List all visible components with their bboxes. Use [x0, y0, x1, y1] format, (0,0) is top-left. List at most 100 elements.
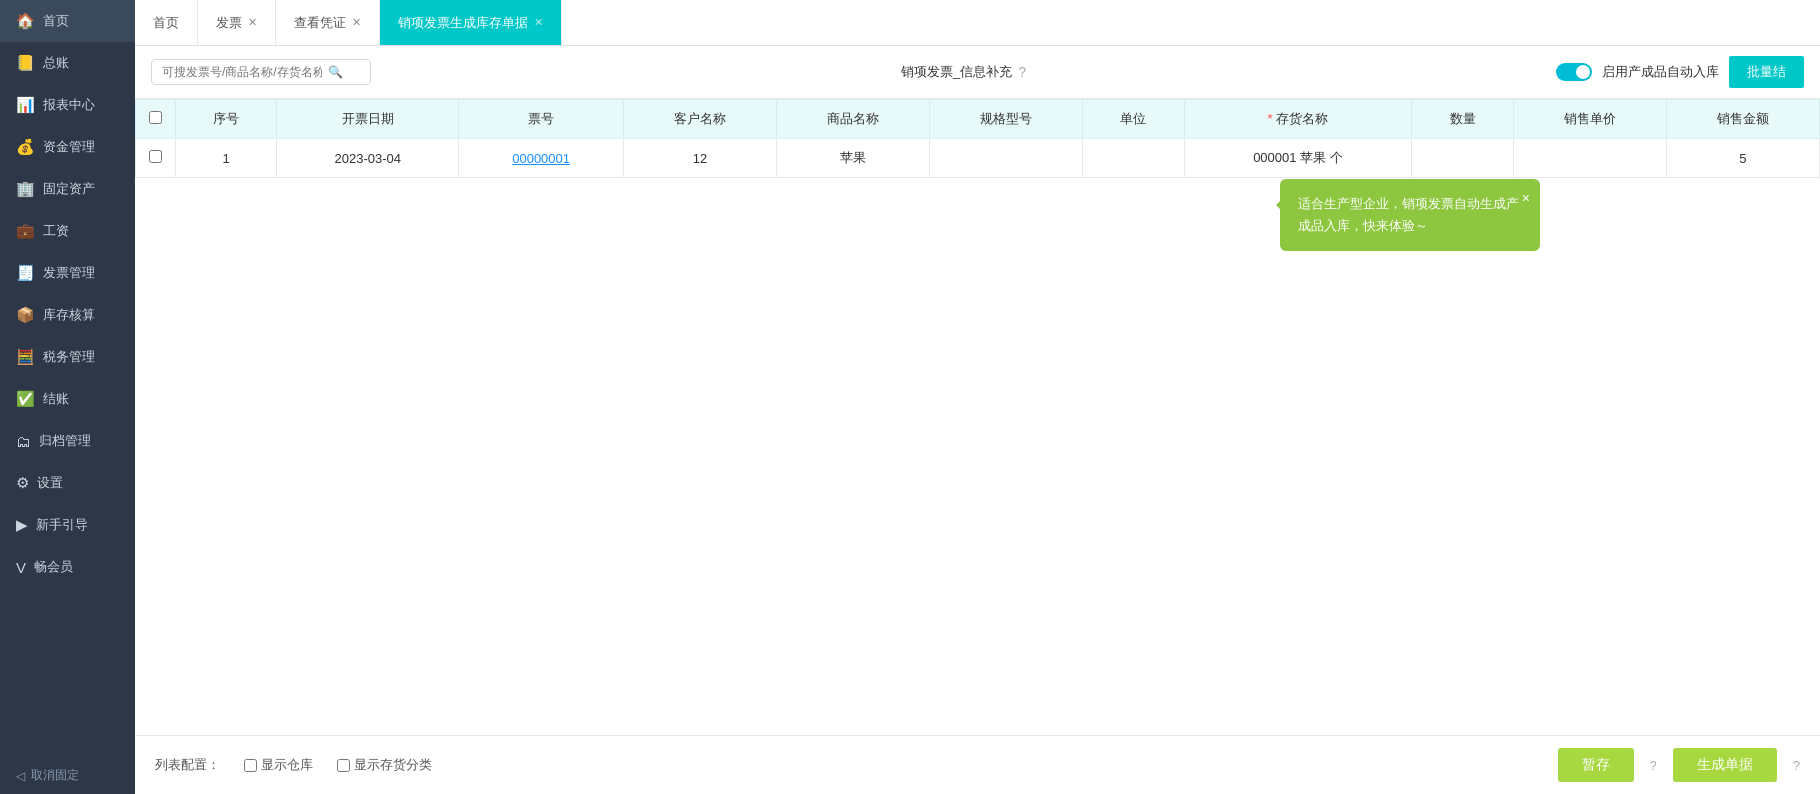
sidebar-item-tax[interactable]: 🧮 税务管理: [0, 336, 135, 378]
row-seq: 1: [176, 139, 277, 178]
row-checkbox[interactable]: [149, 150, 162, 163]
row-date: 2023-03-04: [277, 139, 459, 178]
tab-invoice-label: 发票: [216, 14, 242, 32]
tab-voucher-label: 查看凭证: [294, 14, 346, 32]
header-date: 开票日期: [277, 100, 459, 139]
tooltip-text: 适合生产型企业，销项发票自动生成产成品入库，快来体验～: [1298, 196, 1519, 233]
sidebar-item-invoice-mgmt[interactable]: 🧾 发票管理: [0, 252, 135, 294]
generate-button[interactable]: 生成单据: [1673, 748, 1777, 782]
content-area: 🔍 销项发票_信息补充 ? 启用产成品自动入库 批量结: [135, 46, 1820, 794]
header-customer: 客户名称: [623, 100, 776, 139]
sidebar-label-home: 首页: [43, 12, 69, 30]
table-wrapper: 序号 开票日期 票号 客户名称 商品名称 规格型号 单位 * 存货名称 数量 销…: [135, 99, 1820, 735]
header-checkbox[interactable]: [136, 100, 176, 139]
sidebar-item-settings[interactable]: ⚙ 设置: [0, 462, 135, 504]
tab-home-label: 首页: [153, 14, 179, 32]
help-icon[interactable]: ?: [1018, 64, 1026, 80]
list-config-label: 列表配置：: [155, 756, 220, 774]
bottom-actions: 暂存 ? 生成单据 ?: [1558, 748, 1800, 782]
sidebar-label-inventory: 库存核算: [43, 306, 95, 324]
toggle-label: 启用产成品自动入库: [1602, 63, 1719, 81]
ticket-no-link[interactable]: 00000001: [512, 151, 570, 166]
header-unit: 单位: [1083, 100, 1184, 139]
table-header-row: 序号 开票日期 票号 客户名称 商品名称 规格型号 单位 * 存货名称 数量 销…: [136, 100, 1820, 139]
toolbar-right: 启用产成品自动入库 批量结: [1556, 56, 1804, 88]
reports-icon: 📊: [16, 96, 35, 114]
main-area: 首页 发票 ✕ 查看凭证 ✕ 销项发票生成库存单据 ✕ 🔍 销项发票_信息补充: [135, 0, 1820, 794]
funds-icon: 💰: [16, 138, 35, 156]
sidebar-item-inventory[interactable]: 📦 库存核算: [0, 294, 135, 336]
row-product: 苹果: [777, 139, 930, 178]
tab-voucher[interactable]: 查看凭证 ✕: [276, 0, 380, 45]
show-warehouse-label[interactable]: 显示仓库: [244, 756, 313, 774]
row-checkbox-cell[interactable]: [136, 139, 176, 178]
toolbar: 🔍 销项发票_信息补充 ? 启用产成品自动入库 批量结: [135, 46, 1820, 99]
sidebar-label-invoice-mgmt: 发票管理: [43, 264, 95, 282]
select-all-checkbox[interactable]: [149, 111, 162, 124]
show-category-checkbox[interactable]: [337, 759, 350, 772]
tab-stock-bill[interactable]: 销项发票生成库存单据 ✕: [380, 0, 562, 45]
sidebar-label-guide: 新手引导: [36, 516, 88, 534]
toggle-switch[interactable]: [1556, 63, 1592, 81]
tab-invoice[interactable]: 发票 ✕: [198, 0, 276, 45]
row-quantity: [1412, 139, 1513, 178]
home-icon: 🏠: [16, 12, 35, 30]
tooltip-popup: × 适合生产型企业，销项发票自动生成产成品入库，快来体验～: [1280, 179, 1540, 251]
show-category-label[interactable]: 显示存货分类: [337, 756, 432, 774]
sidebar-label-tax: 税务管理: [43, 348, 95, 366]
show-warehouse-text: 显示仓库: [261, 756, 313, 774]
header-unit-price: 销售单价: [1513, 100, 1666, 139]
header-quantity: 数量: [1412, 100, 1513, 139]
header-spec: 规格型号: [930, 100, 1083, 139]
header-stock-name: * 存货名称: [1184, 100, 1412, 139]
batch-button[interactable]: 批量结: [1729, 56, 1804, 88]
search-box: 🔍: [151, 59, 371, 85]
sidebar-item-archive[interactable]: 🗂 归档管理: [0, 420, 135, 462]
sidebar-item-funds[interactable]: 💰 资金管理: [0, 126, 135, 168]
sidebar-label-funds: 资金管理: [43, 138, 95, 156]
sidebar-unpin[interactable]: ◁ 取消固定: [0, 757, 135, 794]
settlement-icon: ✅: [16, 390, 35, 408]
sidebar-label-assets: 固定资产: [43, 180, 95, 198]
tab-stock-bill-close[interactable]: ✕: [534, 16, 543, 29]
sidebar-item-settlement[interactable]: ✅ 结账: [0, 378, 135, 420]
sidebar-item-assets[interactable]: 🏢 固定资产: [0, 168, 135, 210]
tab-home[interactable]: 首页: [135, 0, 198, 45]
header-amount: 销售金额: [1666, 100, 1819, 139]
row-unit-price: [1513, 139, 1666, 178]
settings-icon: ⚙: [16, 474, 29, 492]
search-input[interactable]: [162, 65, 322, 79]
sidebar-label-member: 畅会员: [34, 558, 73, 576]
save-help-icon[interactable]: ?: [1650, 758, 1657, 773]
generate-help-icon[interactable]: ?: [1793, 758, 1800, 773]
sidebar-item-payroll[interactable]: 💼 工资: [0, 210, 135, 252]
sidebar-item-guide[interactable]: ▶ 新手引导: [0, 504, 135, 546]
header-ticket-no: 票号: [459, 100, 624, 139]
search-icon[interactable]: 🔍: [328, 65, 343, 79]
row-unit: [1083, 139, 1184, 178]
sidebar-item-ledger[interactable]: 📒 总账: [0, 42, 135, 84]
inventory-icon: 📦: [16, 306, 35, 324]
tab-bar: 首页 发票 ✕ 查看凭证 ✕ 销项发票生成库存单据 ✕: [135, 0, 1820, 46]
main-table: 序号 开票日期 票号 客户名称 商品名称 规格型号 单位 * 存货名称 数量 销…: [135, 99, 1820, 178]
row-ticket-no[interactable]: 00000001: [459, 139, 624, 178]
save-button[interactable]: 暂存: [1558, 748, 1634, 782]
header-product: 商品名称: [777, 100, 930, 139]
sidebar-label-settlement: 结账: [43, 390, 69, 408]
sidebar-item-home[interactable]: 🏠 首页: [0, 0, 135, 42]
center-label: 销项发票_信息补充: [901, 63, 1012, 81]
sidebar-item-reports[interactable]: 📊 报表中心: [0, 84, 135, 126]
show-warehouse-checkbox[interactable]: [244, 759, 257, 772]
tab-voucher-close[interactable]: ✕: [352, 16, 361, 29]
tab-invoice-close[interactable]: ✕: [248, 16, 257, 29]
sidebar-item-member[interactable]: V 畅会员: [0, 546, 135, 588]
row-stock-name: 000001 苹果 个: [1184, 139, 1412, 178]
sidebar-label-ledger: 总账: [43, 54, 69, 72]
guide-icon: ▶: [16, 516, 28, 534]
payroll-icon: 💼: [16, 222, 35, 240]
tax-icon: 🧮: [16, 348, 35, 366]
sidebar-label-settings: 设置: [37, 474, 63, 492]
member-icon: V: [16, 559, 26, 576]
ledger-icon: 📒: [16, 54, 35, 72]
tooltip-close[interactable]: ×: [1522, 187, 1530, 211]
